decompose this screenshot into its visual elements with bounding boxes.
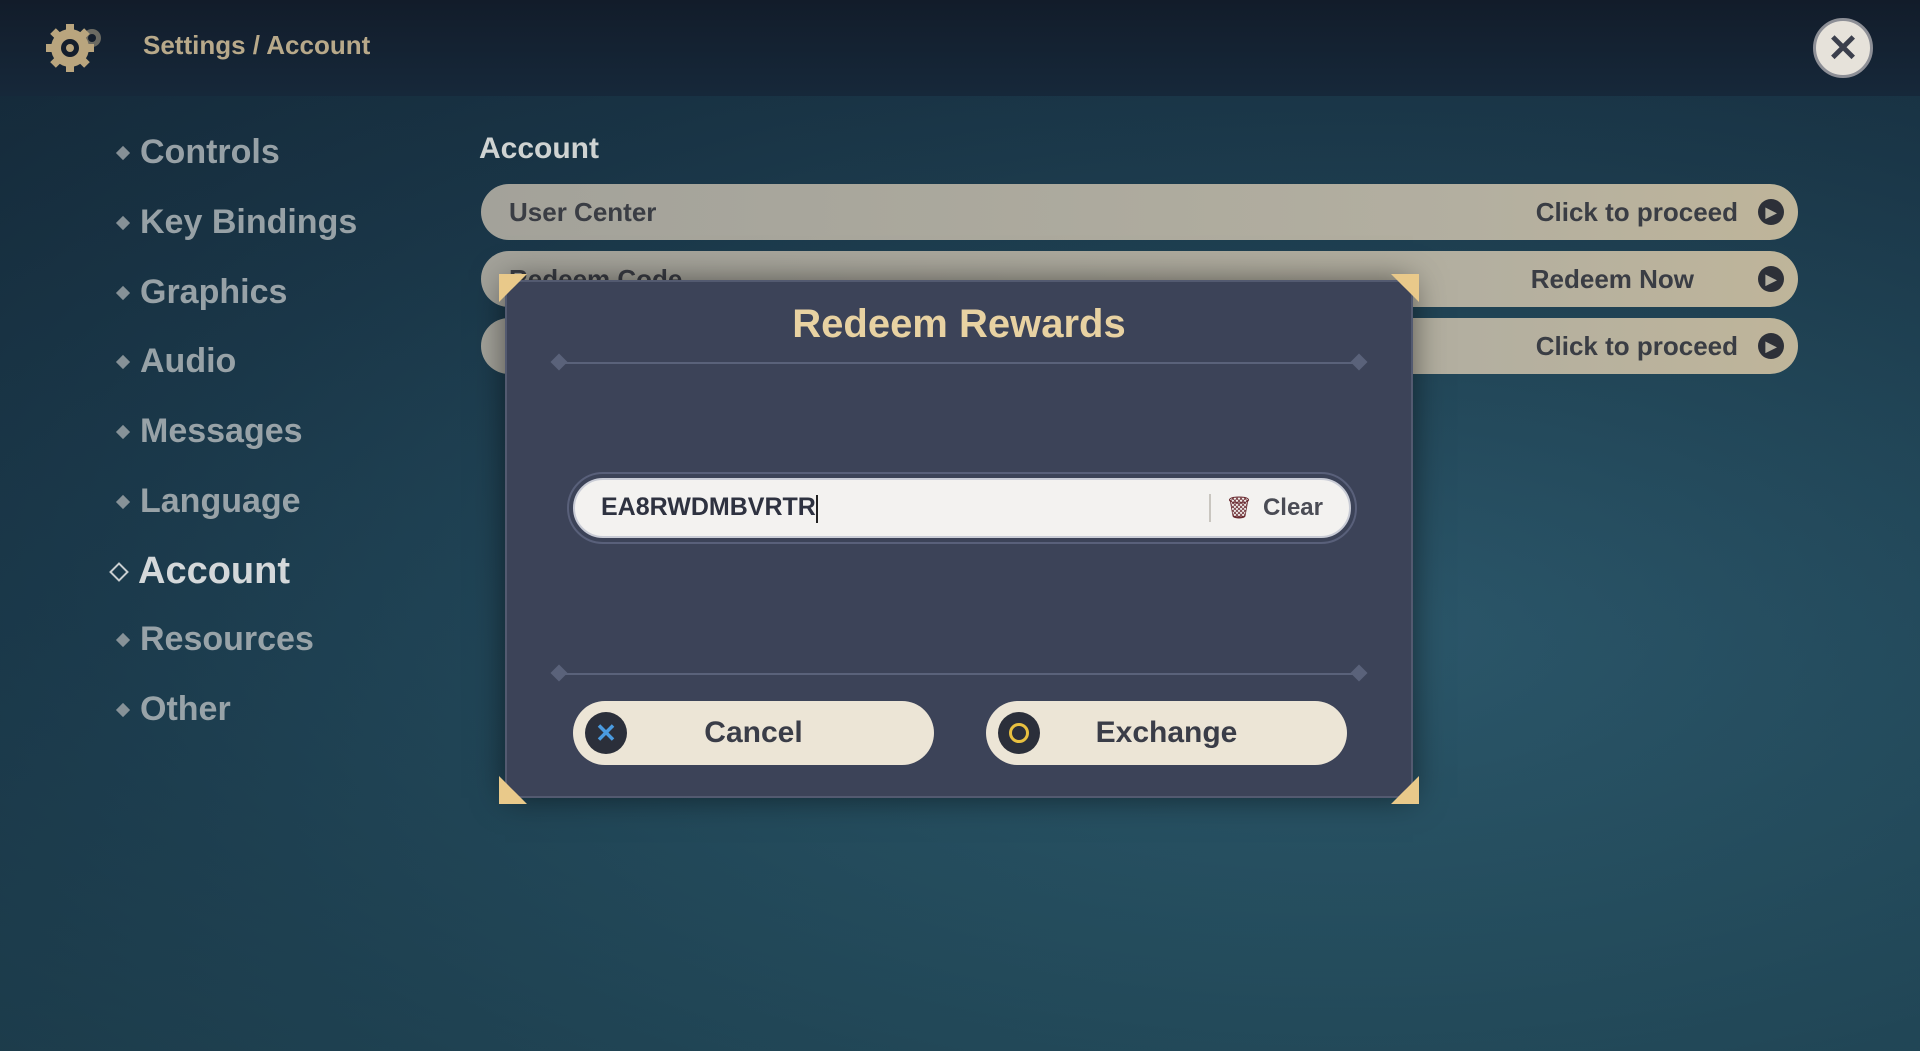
diamond-icon: [109, 561, 129, 582]
diamond-icon: [115, 702, 131, 717]
code-input-value: EA8RWDMBVRTR: [601, 493, 816, 522]
sidebar-item-label: Key Bindings: [140, 203, 358, 241]
diamond-icon: [115, 354, 131, 369]
redeem-dialog: Redeem Rewards EA8RWDMBVRTR 🗑 Clear ✕ Ca…: [499, 274, 1413, 798]
cancel-label: Cancel: [704, 716, 803, 749]
diamond-icon: [115, 424, 131, 439]
row-action: Click to proceed: [1535, 196, 1738, 227]
diamond-icon: [115, 494, 131, 509]
sidebar-item-resources[interactable]: Resources: [115, 620, 314, 659]
separator: [1209, 494, 1212, 522]
close-icon: ✕: [1827, 27, 1859, 70]
row-action: Click to proceed: [1535, 330, 1738, 361]
sidebar-item-label: Language: [140, 482, 301, 520]
arrow-right-icon: ▶: [1758, 199, 1784, 225]
sidebar-item-language[interactable]: Language: [115, 482, 301, 521]
sidebar-item-other[interactable]: Other: [115, 690, 231, 729]
row-action: Redeem Now: [1530, 263, 1694, 294]
trash-icon[interactable]: 🗑: [1225, 495, 1253, 521]
diamond-icon: [115, 632, 131, 647]
sidebar-item-label: Resources: [140, 620, 314, 658]
dialog-title: Redeem Rewards: [792, 302, 1126, 346]
exchange-button[interactable]: Exchange: [986, 701, 1347, 765]
sidebar-item-account[interactable]: Account: [109, 550, 290, 593]
code-input-frame: EA8RWDMBVRTR 🗑 Clear: [567, 472, 1357, 544]
row-user-center[interactable]: User Center Click to proceed ▶: [481, 184, 1798, 240]
sidebar-item-label: Messages: [140, 412, 303, 450]
sidebar-item-label: Controls: [140, 133, 280, 171]
cancel-button[interactable]: ✕ Cancel: [573, 701, 934, 765]
exchange-label: Exchange: [1095, 716, 1238, 749]
divider: [557, 362, 1361, 364]
section-title: Account: [479, 132, 599, 165]
sidebar-item-key-bindings[interactable]: Key Bindings: [115, 203, 358, 242]
cross-icon: ✕: [585, 712, 627, 754]
diamond-icon: [115, 215, 131, 230]
sidebar-item-messages[interactable]: Messages: [115, 412, 303, 451]
sidebar-item-controls[interactable]: Controls: [115, 133, 280, 172]
row-label: User Center: [509, 196, 657, 227]
sidebar-item-audio[interactable]: Audio: [115, 342, 237, 381]
sidebar-item-label: Account: [138, 550, 290, 592]
breadcrumb: Settings / Account: [143, 30, 371, 60]
clear-button[interactable]: Clear: [1263, 494, 1323, 522]
circle-icon: [998, 712, 1040, 754]
sidebar-item-label: Other: [140, 690, 231, 728]
sidebar-item-graphics[interactable]: Graphics: [115, 273, 288, 312]
sidebar-item-label: Graphics: [140, 273, 288, 311]
diamond-icon: [115, 285, 131, 300]
close-button[interactable]: ✕: [1813, 18, 1873, 78]
arrow-right-icon: ▶: [1758, 333, 1784, 359]
header: Settings / Account ✕: [0, 0, 1920, 96]
gear-icon: [46, 24, 101, 72]
code-input[interactable]: EA8RWDMBVRTR 🗑 Clear: [573, 478, 1351, 538]
diamond-icon: [115, 145, 131, 160]
text-cursor: [815, 494, 818, 523]
divider: [557, 673, 1361, 675]
arrow-right-icon: ▶: [1758, 266, 1784, 292]
sidebar-item-label: Audio: [140, 342, 237, 380]
